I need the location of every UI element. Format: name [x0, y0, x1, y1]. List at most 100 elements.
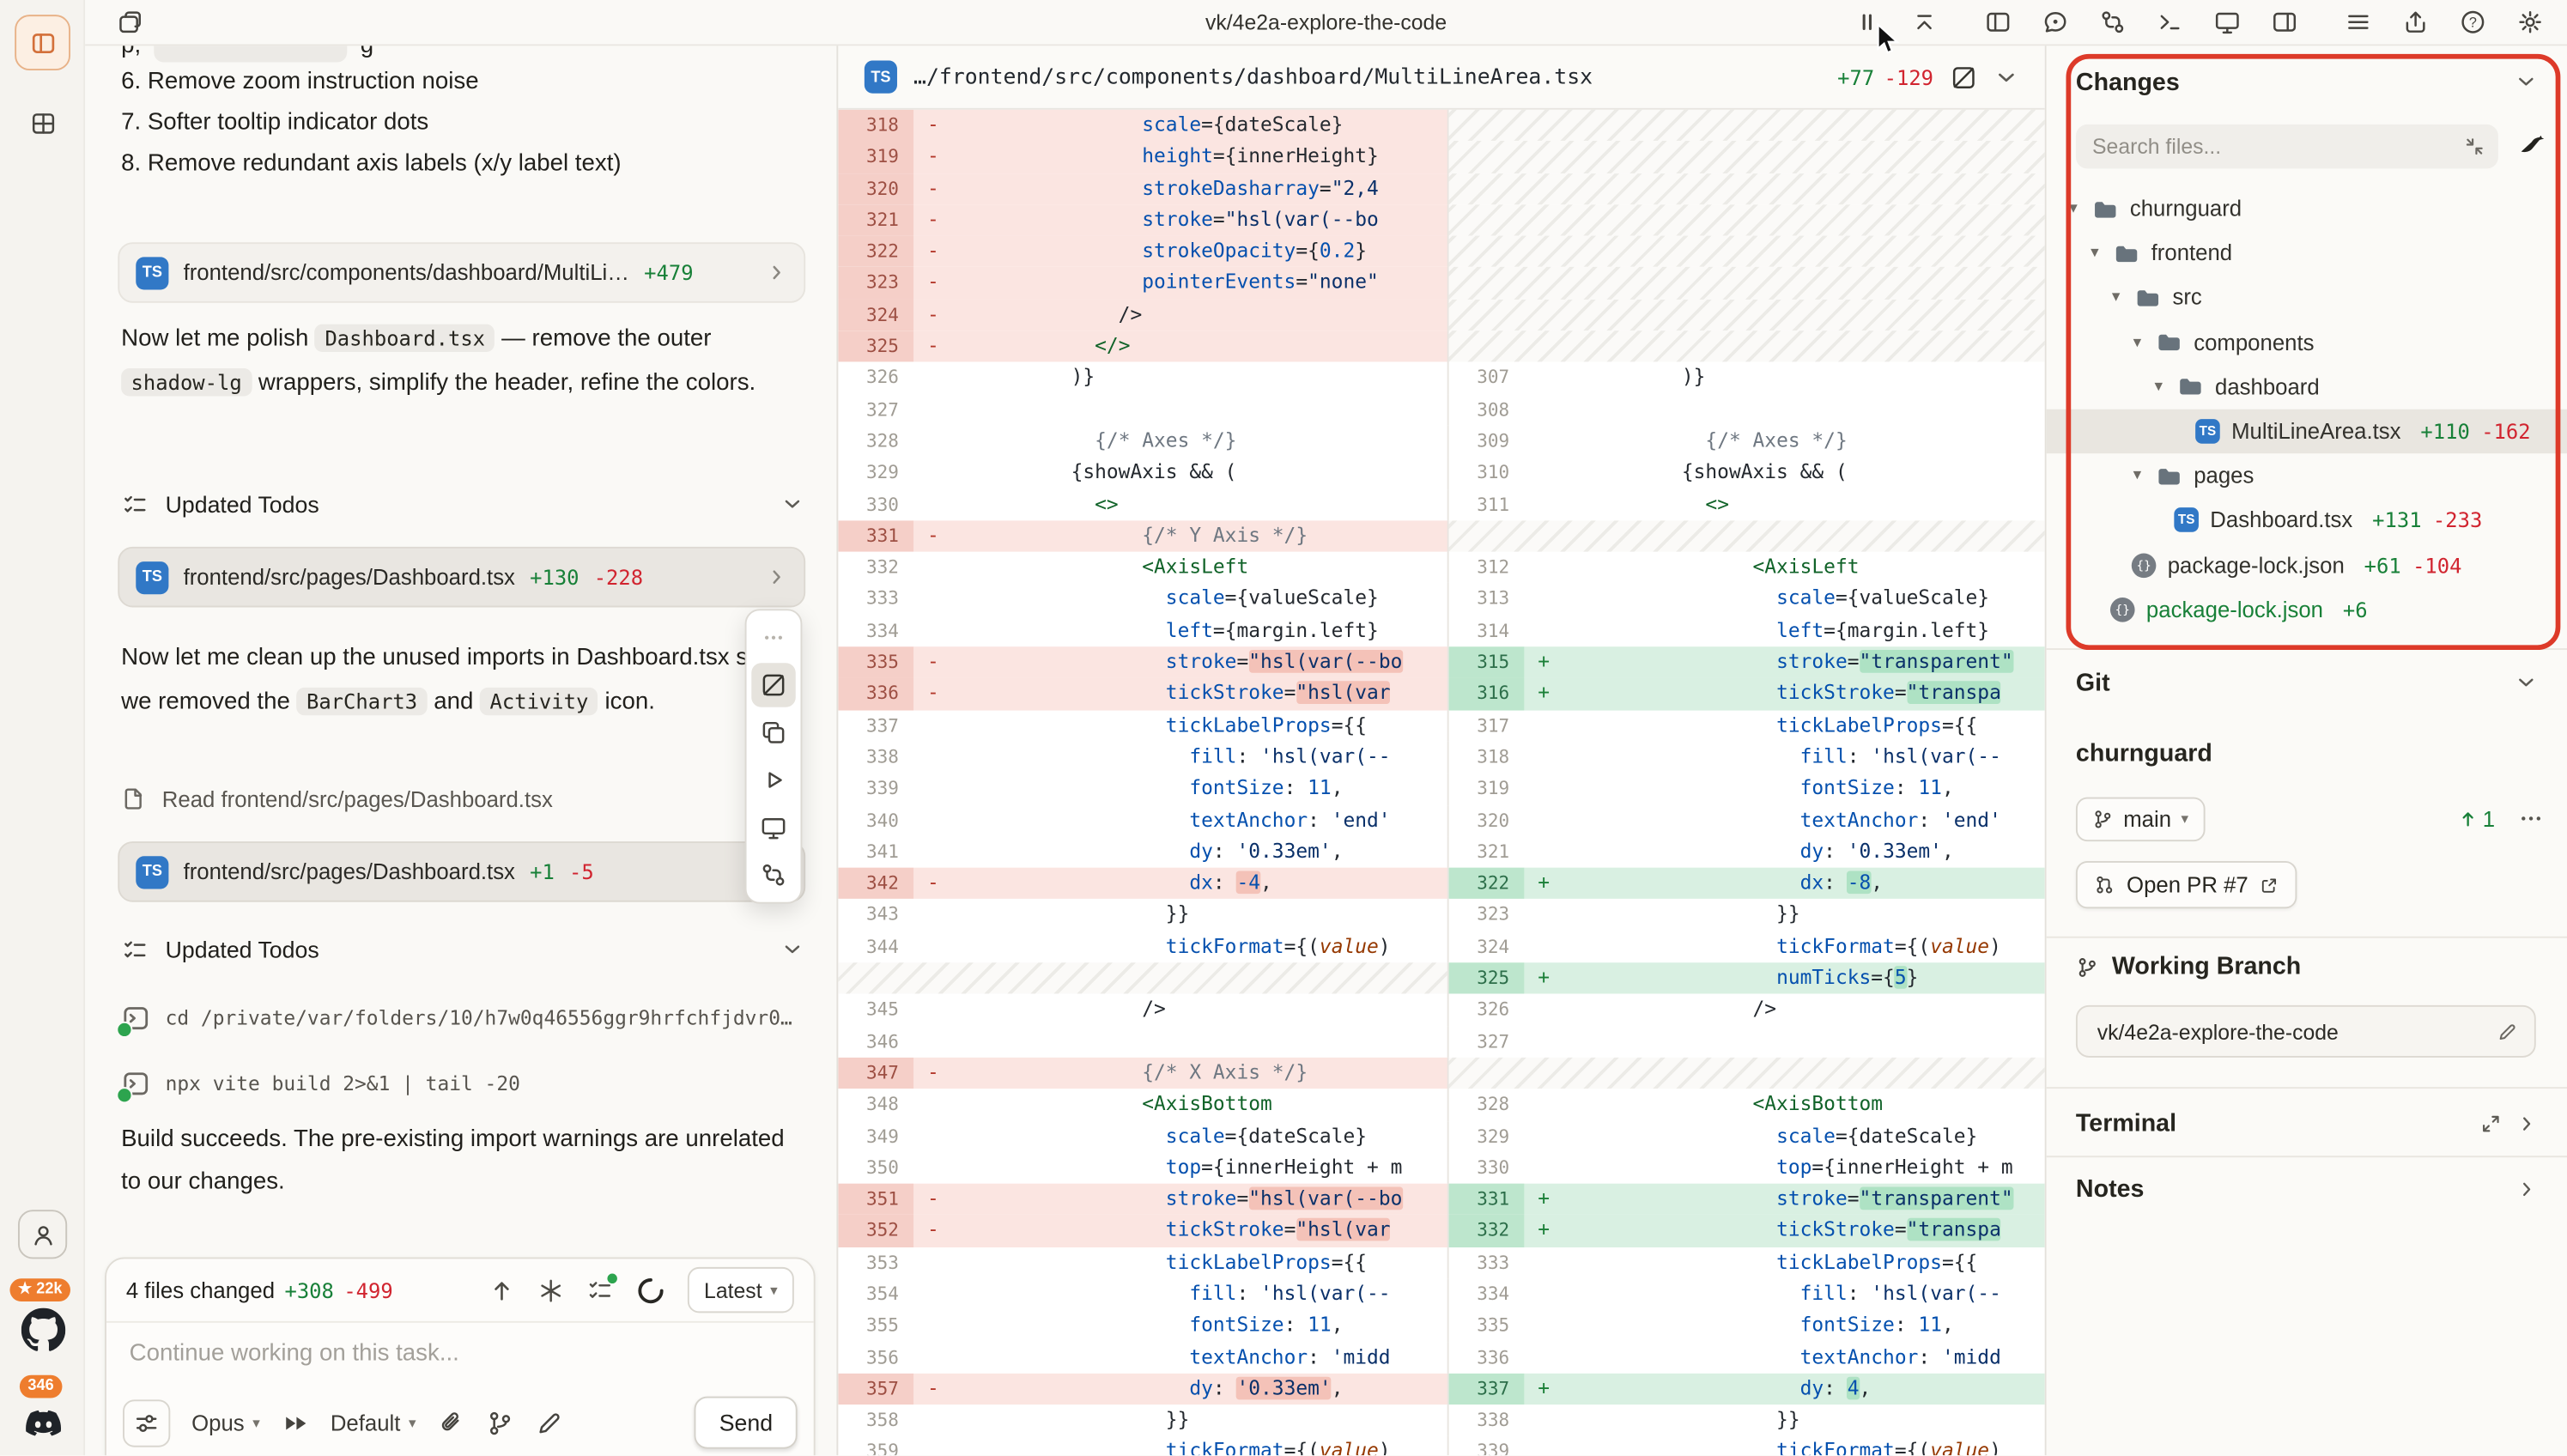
file-change-chip[interactable]: TS frontend/src/pages/Dashboard.tsx +1 -…	[118, 841, 805, 902]
diff-cell: 337 tickLabelProps={{	[838, 710, 1448, 742]
diff-cell: 349 scale={dateScale}	[838, 1120, 1448, 1152]
collapse-all-icon[interactable]	[2464, 136, 2485, 157]
tree-file-MultiLineArea.tsx[interactable]: TSMultiLineArea.tsx+110-162	[2047, 410, 2567, 454]
tree-file-Dashboard.tsx[interactable]: TSDashboard.tsx+131-233	[2047, 498, 2567, 543]
board-grid-icon	[28, 109, 56, 136]
more-options-button[interactable]	[2518, 805, 2545, 832]
diff-cell: 321- stroke="hsl(var(--bo	[838, 204, 1448, 236]
diff-cell: 327	[1449, 1026, 2045, 1058]
floating-toolbar	[745, 609, 803, 903]
file-change-chip[interactable]: TS frontend/src/pages/Dashboard.tsx +130…	[118, 547, 805, 608]
collapse-up-button[interactable]	[1906, 4, 1942, 40]
profile-button[interactable]	[18, 1210, 67, 1259]
tree-folder-src[interactable]: ▾src	[2047, 276, 2567, 320]
scroll-up-button[interactable]	[488, 1276, 515, 1303]
drag-handle-icon[interactable]	[751, 616, 795, 659]
chevron-right-icon[interactable]	[2516, 1178, 2538, 1199]
diff-cell: 335 fontSize: 11,	[1449, 1310, 2045, 1342]
discord-button[interactable]	[21, 1401, 65, 1445]
settings-sliders-button[interactable]	[123, 1398, 170, 1446]
terminal-command-row[interactable]: cd /private/var/folders/10/h7w0q46556ggr…	[121, 998, 792, 1038]
ts-file-icon: TS	[2195, 419, 2220, 444]
chevron-down-icon: ▾	[770, 1281, 778, 1299]
settings-gear-button[interactable]	[2511, 4, 2547, 40]
diff-cell: 339 fontSize: 11,	[838, 773, 1448, 804]
diff-cell: 311 <>	[1449, 488, 2045, 520]
tree-folder-churnguard[interactable]: ▾churnguard	[2047, 186, 2567, 231]
chevron-down-icon: ▾	[2105, 289, 2127, 307]
changes-section-header[interactable]: Changes	[2047, 59, 2567, 105]
expand-icon[interactable]	[2480, 1113, 2502, 1134]
chevron-right-icon[interactable]	[2516, 1113, 2538, 1134]
workspace-button[interactable]	[15, 15, 70, 70]
panel-layout-button[interactable]	[1979, 4, 2015, 40]
monitor-button[interactable]	[751, 805, 795, 849]
attach-button[interactable]	[437, 1409, 464, 1436]
branch-button[interactable]	[487, 1409, 514, 1436]
chevron-down-icon[interactable]	[2515, 70, 2538, 94]
commits-ahead[interactable]: 1	[2458, 806, 2495, 831]
version-dropdown[interactable]: Latest ▾	[688, 1267, 794, 1313]
notes-section-header[interactable]: Notes	[2047, 1166, 2567, 1211]
todos-status-button[interactable]	[586, 1276, 614, 1303]
model-dropdown[interactable]: Opus▾	[191, 1410, 260, 1435]
help-button[interactable]: ?	[2454, 4, 2490, 40]
diff-cell	[1449, 268, 2045, 300]
composer-input[interactable]	[126, 1339, 780, 1368]
board-view-button[interactable]	[21, 101, 64, 144]
working-branch-input[interactable]	[2094, 1017, 2497, 1045]
chevron-down-icon: ▾	[2181, 810, 2188, 828]
updated-todos-row[interactable]: Updated Todos	[121, 926, 804, 972]
tree-folder-frontend[interactable]: ▾frontend	[2047, 231, 2567, 276]
run-button[interactable]	[751, 758, 795, 802]
files-changed-bar[interactable]: 4 files changed +308 -499 Latest ▾	[106, 1259, 814, 1322]
workspace-stack-button[interactable]	[112, 4, 148, 40]
github-button[interactable]	[21, 1308, 65, 1352]
fast-forward-button[interactable]	[282, 1409, 309, 1436]
diff-cell: 350 top={innerHeight + m	[838, 1152, 1448, 1184]
tree-folder-components[interactable]: ▾components	[2047, 320, 2567, 365]
monitor-button[interactable]	[2208, 4, 2244, 40]
diff-cell: 335- stroke="hsl(var(--bo	[838, 646, 1448, 678]
sidebar-right-button[interactable]	[2266, 4, 2302, 40]
pause-button[interactable]	[1848, 4, 1884, 40]
pencil-icon[interactable]	[2497, 1021, 2518, 1042]
terminal-command-row[interactable]: npx vite build 2>&1 | tail -20	[121, 1064, 520, 1103]
send-button[interactable]: Send	[695, 1397, 798, 1449]
tree-file-package-lock.json[interactable]: {}package-lock.json+61-104	[2047, 543, 2567, 587]
git-compare-button[interactable]	[2094, 4, 2130, 40]
copy-button[interactable]	[751, 711, 795, 755]
open-pr-button[interactable]: Open PR #7	[2076, 861, 2297, 908]
sparkle-icon[interactable]	[537, 1276, 565, 1303]
removed-count: -228	[594, 565, 643, 590]
tree-folder-pages[interactable]: ▾pages	[2047, 453, 2567, 498]
chevron-down-icon: ▾	[2127, 333, 2148, 351]
updated-todos-row[interactable]: Updated Todos	[121, 482, 804, 527]
chevron-down-icon[interactable]	[2515, 671, 2538, 695]
pen-button[interactable]	[536, 1409, 563, 1436]
tree-file-package-lock.json[interactable]: {}package-lock.json+6	[2047, 587, 2567, 632]
titlebar: vk/4e2a-explore-the-code ?	[85, 0, 2567, 46]
bird-icon[interactable]	[2518, 131, 2547, 161]
diff-cell: 326 )}	[838, 362, 1448, 394]
read-file-row[interactable]: Read frontend/src/pages/Dashboard.tsx	[121, 780, 553, 819]
menu-button[interactable]	[2339, 4, 2376, 40]
git-compare-button[interactable]	[751, 852, 795, 896]
folder-icon	[2156, 463, 2182, 489]
diff-cell: 326 />	[1449, 994, 2045, 1026]
share-button[interactable]	[2397, 4, 2433, 40]
branch-selector[interactable]: main ▾	[2076, 797, 2205, 840]
terminal-button[interactable]	[2151, 4, 2188, 40]
diff-view-button[interactable]	[751, 663, 795, 707]
chat-bubble-button[interactable]	[2036, 4, 2072, 40]
terminal-section-header[interactable]: Terminal	[2047, 1100, 2567, 1145]
tree-folder-dashboard[interactable]: ▾dashboard	[2047, 365, 2567, 410]
mode-dropdown[interactable]: Default▾	[331, 1410, 416, 1435]
file-change-chip[interactable]: TS frontend/src/components/dashboard/Mul…	[118, 242, 805, 303]
search-input[interactable]	[2089, 132, 2464, 160]
git-section-header[interactable]: Git	[2047, 661, 2567, 704]
chevron-down-icon[interactable]	[1994, 64, 2019, 89]
diff-view-toggle[interactable]	[1950, 63, 1977, 90]
diff-row: 339 fontSize: 11,319 fontSize: 11,	[838, 773, 2044, 804]
diff-cell: 353 tickLabelProps={{	[838, 1247, 1448, 1278]
